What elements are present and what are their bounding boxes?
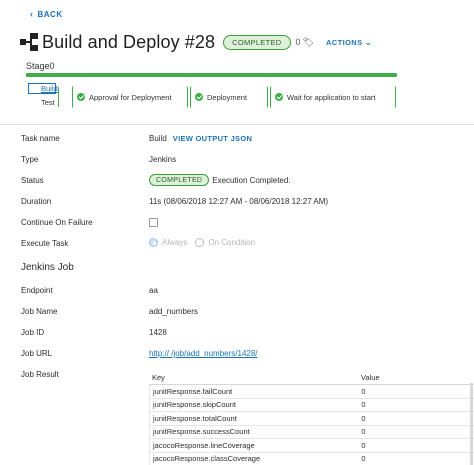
jenkins-section-title: Jenkins Job [21, 262, 74, 273]
cell-key: junitResponse.failCount [153, 386, 233, 396]
table-scrollbar[interactable] [470, 383, 473, 465]
task-label: Approval for Deployment [89, 92, 172, 102]
chevron-left-icon: ‹ [30, 9, 34, 19]
task-name-value: Build [149, 134, 167, 143]
cell-key: jacocoResponse.classCoverage [153, 454, 261, 464]
type-label: Type [21, 155, 39, 164]
task-label: Deployment [207, 92, 248, 102]
cell-value: 0 [361, 413, 366, 423]
status-message: Execution Completed. [212, 175, 291, 185]
column-header-key: Key [152, 373, 165, 382]
job-result-label: Job Result [21, 370, 59, 379]
task-label: Wait for application to start [287, 92, 376, 102]
tag-counter[interactable]: 0 🏷 [296, 37, 314, 48]
cell-key: jacocoResponse.lineCoverage [153, 440, 255, 450]
task-wait[interactable]: Wait for application to start [270, 86, 396, 108]
table-row: junitResponse.skipCount 0 [149, 398, 474, 412]
view-output-json-link[interactable]: VIEW OUTPUT JSON [173, 134, 252, 143]
job-url-link[interactable]: http:// /job/add_numbers/1428/ [149, 349, 258, 358]
cell-key: junitResponse.totalCount [153, 413, 237, 423]
cell-value: 0 [361, 400, 366, 410]
cell-value: 0 [361, 386, 366, 396]
stage-name: Stage0 [26, 61, 55, 71]
check-circle-icon [195, 93, 203, 101]
cell-value: 0 [361, 440, 366, 450]
table-row: junitResponse.successCount 0 [149, 425, 474, 439]
table-row: junitResponse.failCount 0 [149, 385, 474, 399]
check-circle-icon [77, 93, 85, 101]
cell-value: 0 [361, 427, 366, 437]
job-name-value: add_numbers [149, 307, 198, 316]
job-name-label: Job Name [21, 307, 58, 316]
job-url-label: Job URL [21, 349, 53, 358]
execute-always-radio[interactable] [149, 238, 158, 247]
job-id-value: 1428 [149, 328, 167, 337]
check-circle-icon [275, 93, 283, 101]
chevron-down-icon: ⌄ [365, 37, 372, 47]
task-build[interactable]: Build [28, 83, 58, 94]
status-label: Status [21, 176, 44, 185]
execute-always-label: Always [162, 238, 188, 247]
pipeline-icon [20, 33, 38, 51]
execute-condition-label: On Condition [208, 238, 256, 247]
cell-key: junitResponse.successCount [153, 427, 250, 437]
table-row: jacocoResponse.classCoverage 0 [149, 452, 474, 465]
back-label: BACK [37, 9, 63, 19]
actions-dropdown[interactable]: ACTIONS ⌄ [326, 38, 372, 47]
task-deployment[interactable]: Deployment [190, 86, 268, 108]
continue-on-failure-checkbox[interactable] [149, 218, 158, 227]
task-name-label: Task name [21, 134, 60, 143]
check-circle-icon [31, 99, 38, 106]
type-value: Jenkins [149, 155, 177, 164]
table-row: junitResponse.totalCount 0 [149, 412, 474, 426]
actions-label: ACTIONS [325, 37, 363, 47]
task-test[interactable]: Test [28, 98, 55, 107]
duration-value: 11s (08/06/2018 12:27 AM - 08/06/2018 12… [149, 197, 329, 206]
divider [0, 124, 474, 125]
stage-progress-bar [26, 73, 397, 77]
endpoint-value: aa [149, 286, 158, 295]
execute-task-label: Execute Task [21, 239, 69, 248]
task-status-badge: COMPLETED [149, 174, 210, 186]
tag-icon: 🏷 [302, 36, 314, 47]
tag-count: 0 [295, 37, 301, 47]
page-header: Build and Deploy #28 COMPLETED 0 🏷 ACTIO… [20, 31, 372, 53]
page-title: Build and Deploy #28 [42, 31, 216, 52]
table-row: jacocoResponse.lineCoverage 0 [149, 439, 474, 453]
cell-key: junitResponse.skipCount [153, 400, 236, 410]
task-label: Test [41, 98, 55, 107]
duration-label: Duration [21, 197, 52, 206]
cell-value: 0 [361, 454, 366, 464]
task-label: Build [41, 84, 58, 93]
back-link[interactable]: ‹ BACK [30, 9, 63, 19]
check-circle-icon [31, 85, 38, 92]
task-approval[interactable]: Approval for Deployment [72, 86, 188, 108]
job-result-table: Key Value junitResponse.failCount 0 juni… [149, 371, 474, 465]
job-id-label: Job ID [21, 328, 45, 337]
status-badge: COMPLETED [223, 34, 291, 50]
execute-condition-radio[interactable] [195, 238, 205, 247]
task-group-build-test: Build Test [25, 80, 59, 110]
continue-on-failure-label: Continue On Failure [21, 218, 93, 227]
table-header: Key Value [149, 371, 474, 385]
endpoint-label: Endpoint [21, 286, 53, 295]
task-connector [58, 87, 60, 107]
column-header-value: Value [361, 373, 380, 382]
